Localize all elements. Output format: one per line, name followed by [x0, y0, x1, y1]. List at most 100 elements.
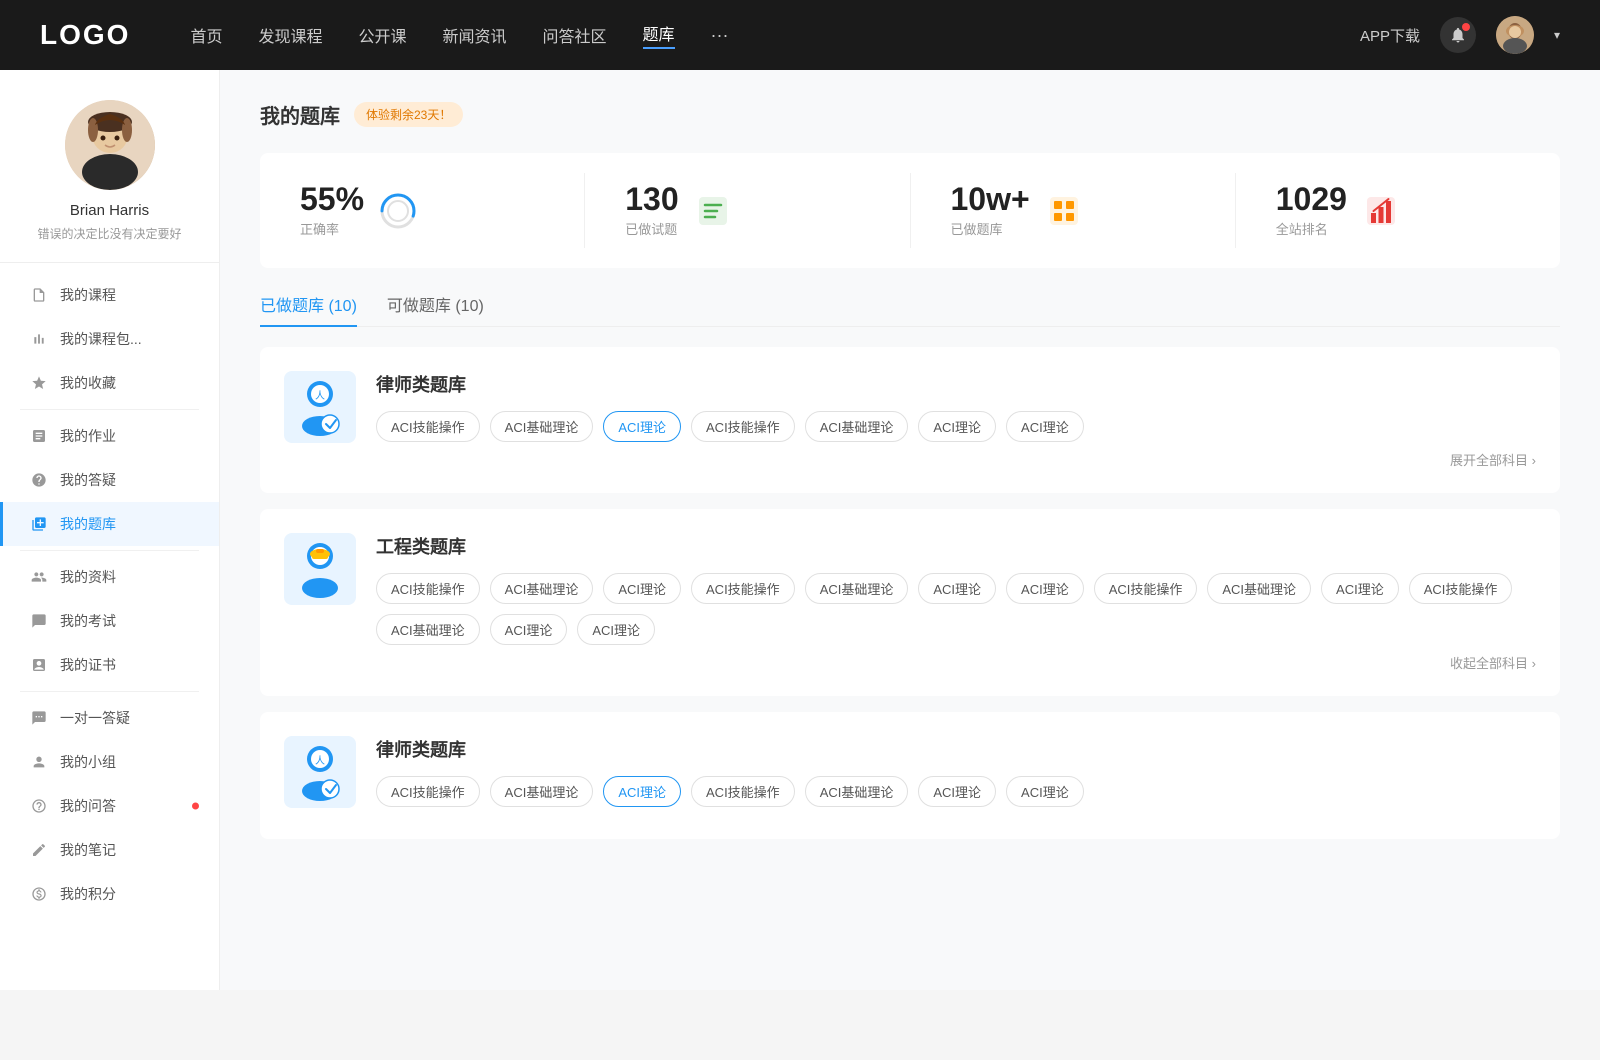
stat-banks-number: 10w+: [951, 183, 1030, 215]
qbank-content-1: 律师类题库 ACI技能操作 ACI基础理论 ACI理论 ACI技能操作 ACI基…: [376, 371, 1536, 469]
sidebar-item-one-on-one[interactable]: 一对一答疑: [0, 696, 219, 740]
nav-qa[interactable]: 问答社区: [543, 23, 607, 47]
tag-3-5[interactable]: ACI理论: [918, 776, 996, 807]
tag-2-4[interactable]: ACI基础理论: [805, 573, 909, 604]
qbank-content-2: 工程类题库 ACI技能操作 ACI基础理论 ACI理论 ACI技能操作 ACI基…: [376, 533, 1536, 672]
tag-2-6[interactable]: ACI理论: [1006, 573, 1084, 604]
notification-bell[interactable]: [1440, 17, 1476, 53]
tab-done[interactable]: 已做题库 (10): [260, 292, 357, 326]
nav-home[interactable]: 首页: [190, 23, 222, 47]
stats-card: 55% 正确率 130 已做试题: [260, 153, 1560, 268]
nav-more[interactable]: ···: [711, 25, 729, 46]
sidebar-menu: 我的课程 我的课程包... 我的收藏 我的作业: [0, 273, 219, 916]
tag-3-3[interactable]: ACI技能操作: [691, 776, 795, 807]
tag-2-3[interactable]: ACI技能操作: [691, 573, 795, 604]
sidebar-item-courses[interactable]: 我的课程: [0, 273, 219, 317]
tag-3-4[interactable]: ACI基础理论: [805, 776, 909, 807]
sidebar-item-group[interactable]: 我的小组: [0, 740, 219, 784]
stat-banks: 10w+ 已做题库: [911, 173, 1236, 248]
sidebar-item-favorites[interactable]: 我的收藏: [0, 361, 219, 405]
stat-done-label: 已做试题: [625, 219, 678, 238]
qbank-title-1: 律师类题库: [376, 371, 1536, 397]
tag-3-6[interactable]: ACI理论: [1006, 776, 1084, 807]
qbank-icon-lawyer-3: 人: [284, 736, 356, 808]
sidebar-item-exam[interactable]: 我的考试: [0, 599, 219, 643]
tag-3-0[interactable]: ACI技能操作: [376, 776, 480, 807]
logo[interactable]: LOGO: [40, 19, 130, 51]
expand-link-2[interactable]: 收起全部科目 ›: [376, 653, 1536, 672]
app-download-button[interactable]: APP下载: [1360, 25, 1420, 46]
tag-1-4[interactable]: ACI基础理论: [805, 411, 909, 442]
nav-news[interactable]: 新闻资讯: [443, 23, 507, 47]
homework-icon: [30, 427, 48, 445]
expand-link-1[interactable]: 展开全部科目 ›: [376, 450, 1536, 469]
tag-3-2[interactable]: ACI理论: [603, 776, 681, 807]
stat-banks-label: 已做题库: [951, 219, 1030, 238]
tag-1-5[interactable]: ACI理论: [918, 411, 996, 442]
nav-open-course[interactable]: 公开课: [358, 23, 406, 47]
tag-2-10[interactable]: ACI技能操作: [1409, 573, 1513, 604]
sidebar-item-cert[interactable]: 我的证书: [0, 643, 219, 687]
nav-discover[interactable]: 发现课程: [258, 23, 322, 47]
stat-done-number: 130: [625, 183, 678, 215]
sidebar-item-qbank[interactable]: 我的题库: [0, 502, 219, 546]
tag-2-8[interactable]: ACI基础理论: [1207, 573, 1311, 604]
tag-2-9[interactable]: ACI理论: [1321, 573, 1399, 604]
qbank-title-3: 律师类题库: [376, 736, 1536, 762]
svg-text:人: 人: [315, 390, 325, 402]
tag-2-12[interactable]: ACI理论: [490, 614, 568, 645]
sidebar-item-qa[interactable]: 我的答疑: [0, 458, 219, 502]
tag-2-7[interactable]: ACI技能操作: [1094, 573, 1198, 604]
qbank-card-3: 人 律师类题库 ACI技能操作 ACI基础理论 ACI理论 ACI技能操作 AC…: [260, 712, 1560, 839]
profile-name: Brian Harris: [70, 202, 149, 219]
nav-right: APP下载 ▾: [1360, 16, 1560, 54]
tag-1-1[interactable]: ACI基础理论: [490, 411, 594, 442]
sidebar-item-homework[interactable]: 我的作业: [0, 414, 219, 458]
tag-1-3[interactable]: ACI技能操作: [691, 411, 795, 442]
tab-available[interactable]: 可做题库 (10): [387, 292, 484, 326]
tag-2-5[interactable]: ACI理论: [918, 573, 996, 604]
tag-3-1[interactable]: ACI基础理论: [490, 776, 594, 807]
sidebar-item-notes[interactable]: 我的笔记: [0, 828, 219, 872]
qbank-icon-engineer: [284, 533, 356, 605]
sidebar-item-profile-data[interactable]: 我的资料: [0, 555, 219, 599]
nav-links: 首页 发现课程 公开课 新闻资讯 问答社区 题库 ···: [190, 21, 1360, 49]
divider-2: [20, 550, 199, 551]
user-icon: [30, 568, 48, 586]
star-icon: [30, 374, 48, 392]
user-avatar[interactable]: [1496, 16, 1534, 54]
profile-avatar-image: [65, 100, 155, 190]
sidebar-item-points[interactable]: 我的积分: [0, 872, 219, 916]
stat-accuracy-label: 正确率: [300, 219, 364, 238]
tag-2-0[interactable]: ACI技能操作: [376, 573, 480, 604]
my-questions-icon: [30, 797, 48, 815]
tag-2-2[interactable]: ACI理论: [603, 573, 681, 604]
tag-1-2[interactable]: ACI理论: [603, 411, 681, 442]
notification-dot: [192, 803, 199, 810]
avatar-image: [1496, 16, 1534, 54]
tag-2-1[interactable]: ACI基础理论: [490, 573, 594, 604]
qbank-tags-2-row1: ACI技能操作 ACI基础理论 ACI理论 ACI技能操作 ACI基础理论 AC…: [376, 573, 1536, 645]
stat-accuracy-number: 55%: [300, 183, 364, 215]
tag-1-0[interactable]: ACI技能操作: [376, 411, 480, 442]
sidebar: Brian Harris 错误的决定比没有决定要好 我的课程 我的课程包...: [0, 70, 220, 990]
qbank-card-1: 人 律师类题库 ACI技能操作 ACI基础理论 ACI理论 ACI技能操作 AC…: [260, 347, 1560, 493]
exam-icon: [30, 612, 48, 630]
tag-2-11[interactable]: ACI基础理论: [376, 614, 480, 645]
divider-1: [20, 409, 199, 410]
stat-done: 130 已做试题: [585, 173, 910, 248]
nav-qbank[interactable]: 题库: [643, 21, 675, 49]
sidebar-item-my-questions[interactable]: 我的问答: [0, 784, 219, 828]
svg-text:人: 人: [315, 755, 325, 767]
tag-2-13[interactable]: ACI理论: [577, 614, 655, 645]
qbank-icon: [30, 515, 48, 533]
page-header: 我的题库 体验剩余23天！: [260, 100, 1560, 129]
file-icon: [30, 286, 48, 304]
sidebar-item-course-pkg[interactable]: 我的课程包...: [0, 317, 219, 361]
user-menu-chevron[interactable]: ▾: [1554, 28, 1560, 42]
divider-3: [20, 691, 199, 692]
profile-section: Brian Harris 错误的决定比没有决定要好: [0, 100, 219, 263]
bar-icon: [30, 330, 48, 348]
profile-avatar[interactable]: [65, 100, 155, 190]
tag-1-6[interactable]: ACI理论: [1006, 411, 1084, 442]
